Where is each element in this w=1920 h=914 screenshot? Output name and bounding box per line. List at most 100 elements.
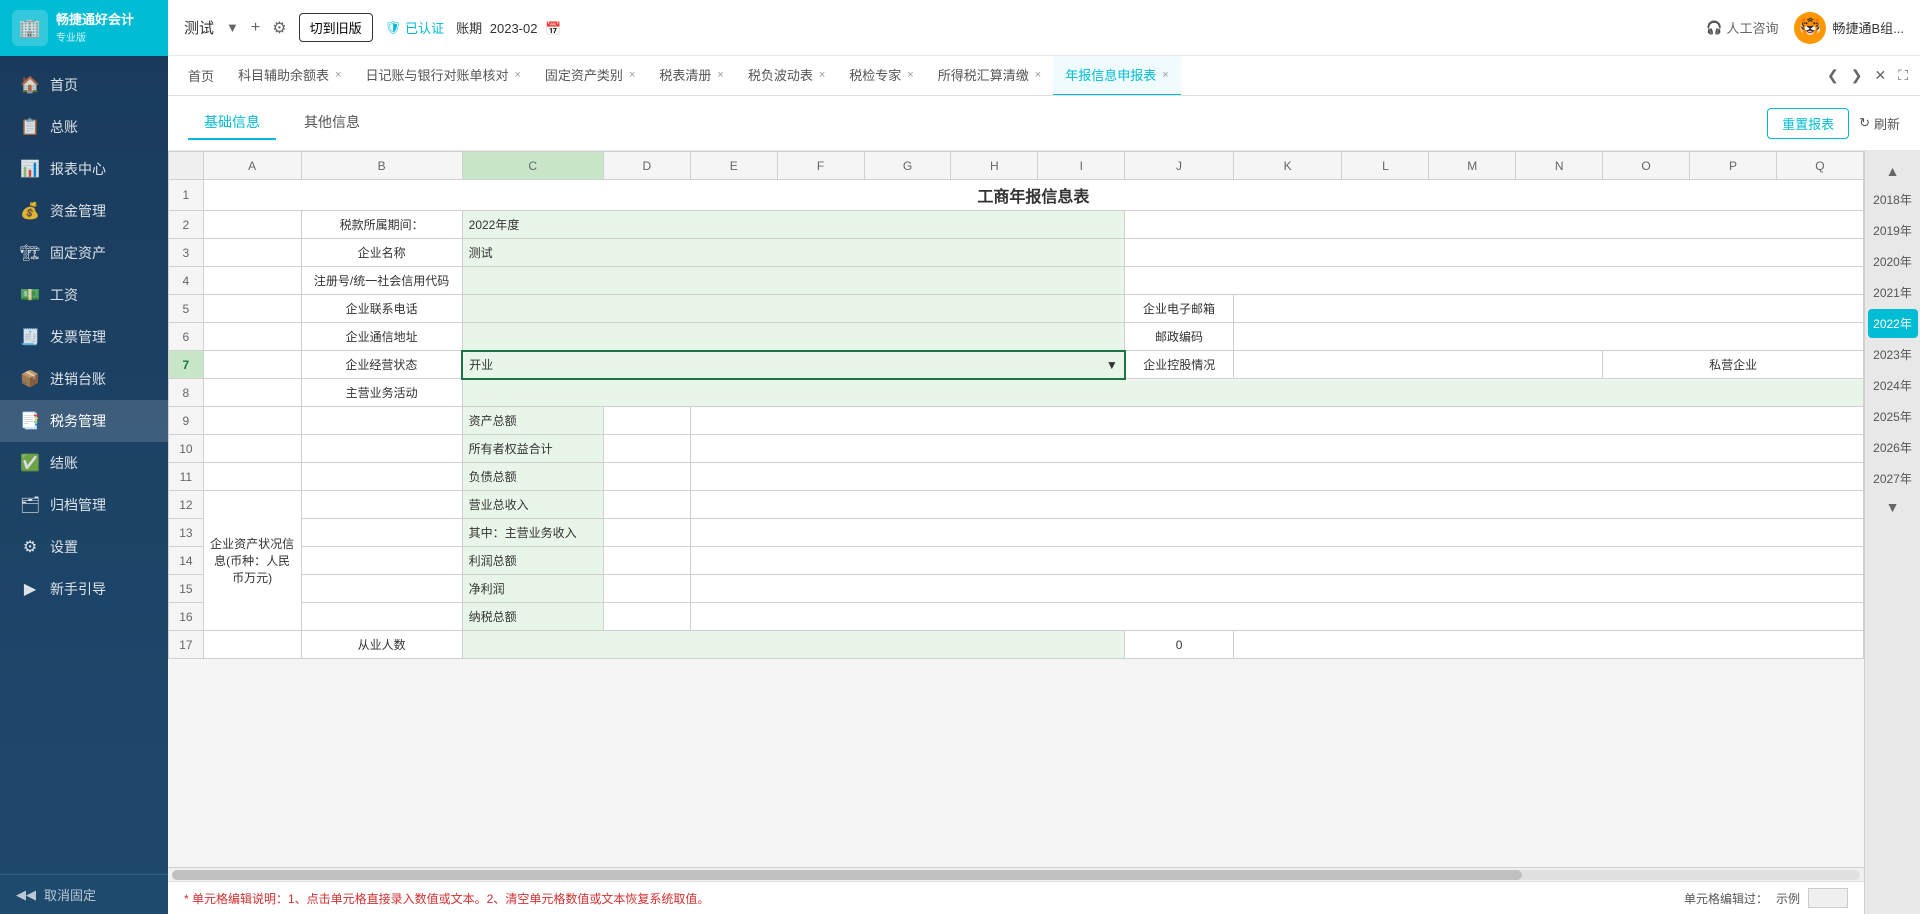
col-header-m[interactable]: M [1429,152,1516,180]
col-header-c[interactable]: C [462,152,603,180]
col-header-h[interactable]: H [951,152,1038,180]
tab-taxwave[interactable]: 税负波动表 × [736,56,837,96]
tab-close-taxlist[interactable]: × [717,69,723,81]
tab-close-taxwave[interactable]: × [819,69,825,81]
tab-annual[interactable]: 年报信息申报表 × [1053,56,1180,96]
cell-9-a[interactable] [203,407,301,435]
dropdown-arrow[interactable]: ▼ [1106,358,1118,372]
cell-10-c[interactable]: 所有者权益合计 [462,435,603,463]
cell-7-a[interactable] [203,351,301,379]
sidebar-item-发票管理[interactable]: 🧾 发票管理 [0,316,168,358]
col-header-f[interactable]: F [777,152,864,180]
cell-14-d[interactable] [603,547,690,575]
year-item-2024年[interactable]: 2024年 [1868,371,1918,400]
cell-3-a[interactable] [203,239,301,267]
cell-5-c[interactable] [462,295,1125,323]
cell-7-b[interactable]: 企业经营状态 [301,351,462,379]
add-button[interactable]: + [251,19,260,37]
cell-13-c[interactable]: 其中：主营业务收入 [462,519,603,547]
cell-8-c[interactable] [462,379,1863,407]
cell-6-a[interactable] [203,323,301,351]
cell-12-a-merged[interactable]: 企业资产状况信息(币种：人民币万元) [203,491,301,631]
year-item-2025年[interactable]: 2025年 [1868,402,1918,431]
tab-close-taxcheck[interactable]: × [907,69,913,81]
cell-5-a[interactable] [203,295,301,323]
cell-10-a[interactable] [203,435,301,463]
tab-subject[interactable]: 科目辅助余额表 × [226,56,353,96]
cell-5-j[interactable]: 企业电子邮箱 [1125,295,1234,323]
cell-7-c[interactable]: 开业 ▼ [462,351,1125,379]
col-header-n[interactable]: N [1516,152,1603,180]
user-menu[interactable]: 🐯 畅捷通B组... [1794,12,1904,44]
tab-next-btn[interactable]: ❯ [1847,65,1867,86]
cell-12-d[interactable] [603,491,690,519]
cell-11-d[interactable] [603,463,690,491]
sidebar-item-总账[interactable]: 📋 总账 [0,106,168,148]
sidebar-item-新手引导[interactable]: ▶ 新手引导 [0,568,168,610]
col-header-i[interactable]: I [1038,152,1125,180]
sidebar-item-进销台账[interactable]: 📦 进销台账 [0,358,168,400]
col-header-e[interactable]: E [690,152,777,180]
sidebar-item-归档管理[interactable]: 🗂 归档管理 [0,484,168,526]
cell-11-b[interactable] [301,463,462,491]
tab-home[interactable]: 首页 [176,56,226,96]
sub-tab-other[interactable]: 其他信息 [288,106,376,140]
cell-12-c[interactable]: 营业总收入 [462,491,603,519]
tab-taxcalc[interactable]: 所得税汇算清缴 × [926,56,1053,96]
col-header-b[interactable]: B [301,152,462,180]
panel-down-arrow[interactable]: ▼ [1882,495,1904,519]
tab-close-annual[interactable]: × [1162,69,1168,81]
tab-close-all-btn[interactable]: ✕ [1870,65,1890,86]
tab-assets[interactable]: 固定资产类别 × [533,56,647,96]
sub-tab-basic[interactable]: 基础信息 [188,106,276,140]
cell-9-b[interactable] [301,407,462,435]
tab-prev-btn[interactable]: ❮ [1823,65,1843,86]
col-header-j[interactable]: J [1125,152,1234,180]
year-item-2020年[interactable]: 2020年 [1868,247,1918,276]
tab-expand-btn[interactable]: ⛶ [1894,65,1912,86]
col-header-o[interactable]: O [1603,152,1690,180]
cell-6-c[interactable] [462,323,1125,351]
col-header-q[interactable]: Q [1776,152,1863,180]
cell-11-a[interactable] [203,463,301,491]
cell-15-d[interactable] [603,575,690,603]
sheet-table-wrap[interactable]: A B C D E F G H I J K L [168,151,1864,867]
cell-13-d[interactable] [603,519,690,547]
year-item-2022年[interactable]: 2022年 [1868,309,1918,338]
cell-17-j[interactable]: 0 [1125,631,1234,659]
sidebar-item-结账[interactable]: ✅ 结账 [0,442,168,484]
sidebar-item-固定资产[interactable]: 🏗 固定资产 [0,232,168,274]
year-item-2026年[interactable]: 2026年 [1868,433,1918,462]
cell-8-a[interactable] [203,379,301,407]
cell-5-k[interactable] [1233,295,1863,323]
col-header-d[interactable]: D [603,152,690,180]
cell-16-c[interactable]: 纳税总额 [462,603,603,631]
cell-4-b[interactable]: 注册号/统一社会信用代码 [301,267,462,295]
col-header-p[interactable]: P [1690,152,1777,180]
sidebar-unpin[interactable]: ◀◀ 取消固定 [0,874,168,914]
tab-taxcheck[interactable]: 税检专家 × [837,56,925,96]
tab-close-assets[interactable]: × [629,69,635,81]
cell-5-b[interactable]: 企业联系电话 [301,295,462,323]
old-version-button[interactable]: 切到旧版 [299,13,373,42]
sidebar-item-税务管理[interactable]: 📑 税务管理 [0,400,168,442]
cell-14-c[interactable]: 利润总额 [462,547,603,575]
year-item-2018年[interactable]: 2018年 [1868,185,1918,214]
settings-button[interactable]: ⚙ [272,18,286,38]
year-item-2027年[interactable]: 2027年 [1868,464,1918,493]
year-item-2023年[interactable]: 2023年 [1868,340,1918,369]
year-item-2019年[interactable]: 2019年 [1868,216,1918,245]
cell-15-b[interactable] [301,575,462,603]
tab-close-subject[interactable]: × [335,69,341,81]
cell-16-d[interactable] [603,603,690,631]
cell-11-c[interactable]: 负债总额 [462,463,603,491]
cell-17-b[interactable]: 从业人数 [301,631,462,659]
cell-1-title[interactable]: 工商年报信息表 [203,180,1863,211]
company-dropdown-icon[interactable]: ▼ [226,20,239,35]
cell-15-c[interactable]: 净利润 [462,575,603,603]
cell-17-c[interactable] [462,631,1125,659]
tab-journal[interactable]: 日记账与银行对账单核对 × [353,56,532,96]
year-item-2021年[interactable]: 2021年 [1868,278,1918,307]
cell-10-d[interactable] [603,435,690,463]
cell-9-d[interactable] [603,407,690,435]
